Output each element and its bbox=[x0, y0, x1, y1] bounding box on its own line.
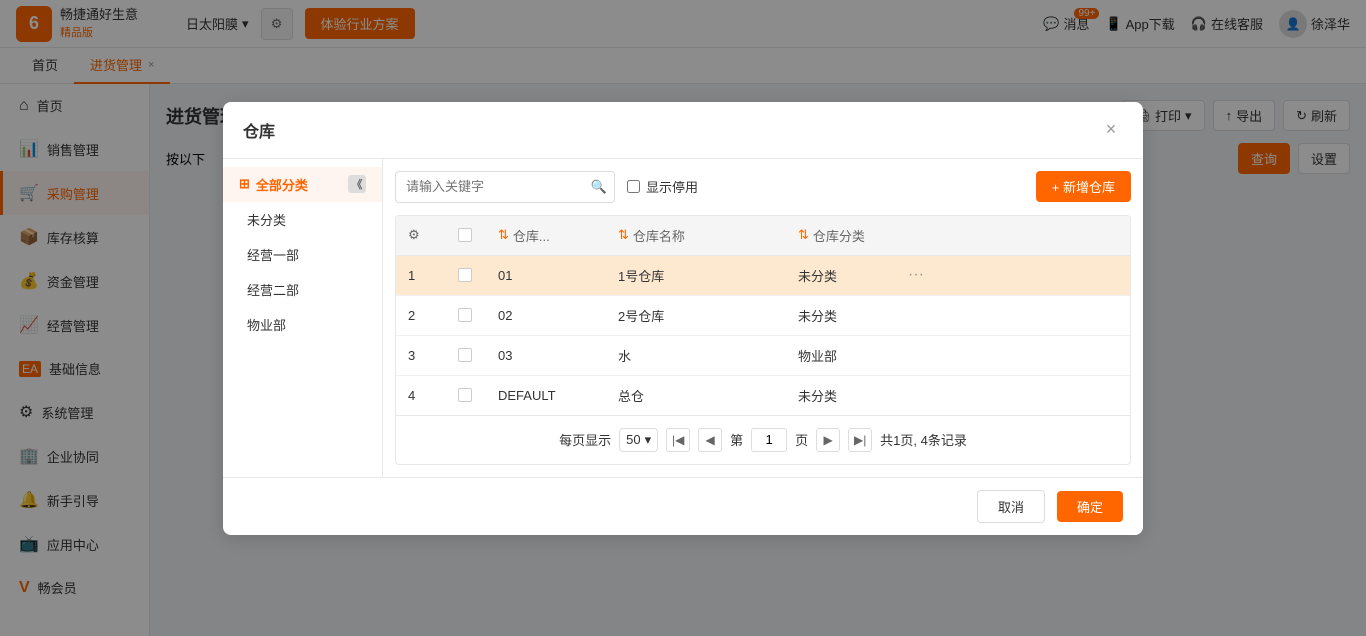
category-ops2[interactable]: 经营二部 bbox=[223, 272, 382, 307]
td-code-3: 03 bbox=[486, 336, 606, 375]
td-check-2 bbox=[446, 296, 486, 335]
td-check-3 bbox=[446, 336, 486, 375]
td-cat-4: 未分类 bbox=[786, 376, 936, 415]
table-row[interactable]: 4 DEFAULT 总仓 未分 bbox=[396, 376, 1130, 415]
sort-icon-name: ⇅ bbox=[618, 227, 629, 243]
th-category: ⇅ 仓库分类 bbox=[786, 216, 936, 255]
first-page-button[interactable]: |◀ bbox=[666, 428, 690, 452]
show-disabled-checkbox[interactable] bbox=[627, 180, 640, 193]
modal-header: 仓库 × bbox=[223, 102, 1143, 159]
th-settings: ⚙ bbox=[396, 216, 446, 255]
modal-overlay: 仓库 × ⊞ 全部分类 《 未分类 经营一部 经营二部 bbox=[0, 0, 1366, 636]
row-checkbox-2[interactable] bbox=[458, 308, 472, 322]
table-body: 1 01 1号仓库 未分类 bbox=[396, 256, 1130, 415]
cancel-button[interactable]: 取消 bbox=[977, 490, 1045, 523]
show-disabled-label: 显示停用 bbox=[627, 177, 698, 196]
warehouse-modal: 仓库 × ⊞ 全部分类 《 未分类 经营一部 经营二部 bbox=[223, 102, 1143, 535]
modal-category-sidebar: ⊞ 全部分类 《 未分类 经营一部 经营二部 物业部 bbox=[223, 159, 383, 477]
category-unclassified[interactable]: 未分类 bbox=[223, 202, 382, 237]
row-checkbox-1[interactable] bbox=[458, 268, 472, 282]
next-page-button[interactable]: ▶ bbox=[816, 428, 840, 452]
table-row[interactable]: 3 03 水 物业部 bbox=[396, 336, 1130, 376]
td-check-4 bbox=[446, 376, 486, 415]
row-checkbox-4[interactable] bbox=[458, 388, 472, 402]
modal-body: ⊞ 全部分类 《 未分类 经营一部 经营二部 物业部 bbox=[223, 159, 1143, 477]
td-num-4: 4 bbox=[396, 376, 446, 415]
modal-pagination: 每页显示 50 ▾ |◀ ◀ 第 页 ▶ ▶| 共1页, 4条记录 bbox=[396, 415, 1130, 464]
collapse-button[interactable]: 《 bbox=[348, 175, 366, 193]
table-row[interactable]: 2 02 2号仓库 未分类 bbox=[396, 296, 1130, 336]
th-code: ⇅ 仓库... bbox=[486, 216, 606, 255]
td-cat-3: 物业部 bbox=[786, 336, 936, 375]
select-all-checkbox[interactable] bbox=[458, 228, 472, 242]
modal-title: 仓库 bbox=[243, 118, 275, 142]
confirm-button[interactable]: 确定 bbox=[1057, 491, 1123, 522]
td-num-3: 3 bbox=[396, 336, 446, 375]
category-property[interactable]: 物业部 bbox=[223, 307, 382, 342]
new-warehouse-button[interactable]: + 新增仓库 bbox=[1036, 171, 1131, 202]
warehouse-table: ⚙ ⇅ 仓库... ⇅ 仓库名称 bbox=[395, 215, 1131, 465]
search-icon[interactable]: 🔍 bbox=[591, 179, 607, 195]
td-check-1 bbox=[446, 256, 486, 295]
page-suffix: 页 bbox=[795, 430, 808, 449]
table-header: ⚙ ⇅ 仓库... ⇅ 仓库名称 bbox=[396, 216, 1130, 256]
page-prefix: 第 bbox=[730, 430, 743, 449]
per-page-label: 每页显示 bbox=[559, 430, 611, 449]
td-code-2: 02 bbox=[486, 296, 606, 335]
dropdown-icon: ▾ bbox=[645, 432, 652, 448]
row-actions-1[interactable]: ··· bbox=[908, 266, 924, 284]
settings-col-icon: ⚙ bbox=[408, 227, 420, 243]
page-number-input[interactable] bbox=[751, 428, 787, 452]
td-num-1: 1 bbox=[396, 256, 446, 295]
modal-close-button[interactable]: × bbox=[1099, 118, 1123, 142]
modal-main: 🔍 显示停用 + 新增仓库 ⚙ bbox=[383, 159, 1143, 477]
category-ops1[interactable]: 经营一部 bbox=[223, 237, 382, 272]
prev-page-button[interactable]: ◀ bbox=[698, 428, 722, 452]
td-name-4: 总仓 bbox=[606, 376, 786, 415]
td-name-1: 1号仓库 bbox=[606, 256, 786, 295]
th-name: ⇅ 仓库名称 bbox=[606, 216, 786, 255]
modal-footer: 取消 确定 bbox=[223, 477, 1143, 535]
td-cat-1: 未分类 ··· bbox=[786, 256, 936, 295]
last-page-button[interactable]: ▶| bbox=[848, 428, 872, 452]
td-cat-2: 未分类 bbox=[786, 296, 936, 335]
category-all[interactable]: ⊞ 全部分类 《 bbox=[223, 167, 382, 202]
table-row[interactable]: 1 01 1号仓库 未分类 bbox=[396, 256, 1130, 296]
td-name-2: 2号仓库 bbox=[606, 296, 786, 335]
sort-icon: ⇅ bbox=[498, 227, 509, 243]
search-input[interactable] bbox=[395, 171, 615, 203]
td-code-1: 01 bbox=[486, 256, 606, 295]
td-code-4: DEFAULT bbox=[486, 376, 606, 415]
search-box: 🔍 bbox=[395, 171, 615, 203]
category-all-label: 全部分类 bbox=[256, 175, 308, 194]
td-num-2: 2 bbox=[396, 296, 446, 335]
per-page-select[interactable]: 50 ▾ bbox=[619, 428, 658, 452]
grid-icon: ⊞ bbox=[239, 176, 250, 192]
td-name-3: 水 bbox=[606, 336, 786, 375]
modal-toolbar: 🔍 显示停用 + 新增仓库 bbox=[395, 171, 1131, 203]
th-checkbox bbox=[446, 216, 486, 255]
row-checkbox-3[interactable] bbox=[458, 348, 472, 362]
total-info: 共1页, 4条记录 bbox=[880, 430, 967, 449]
sort-icon-cat: ⇅ bbox=[798, 227, 809, 243]
